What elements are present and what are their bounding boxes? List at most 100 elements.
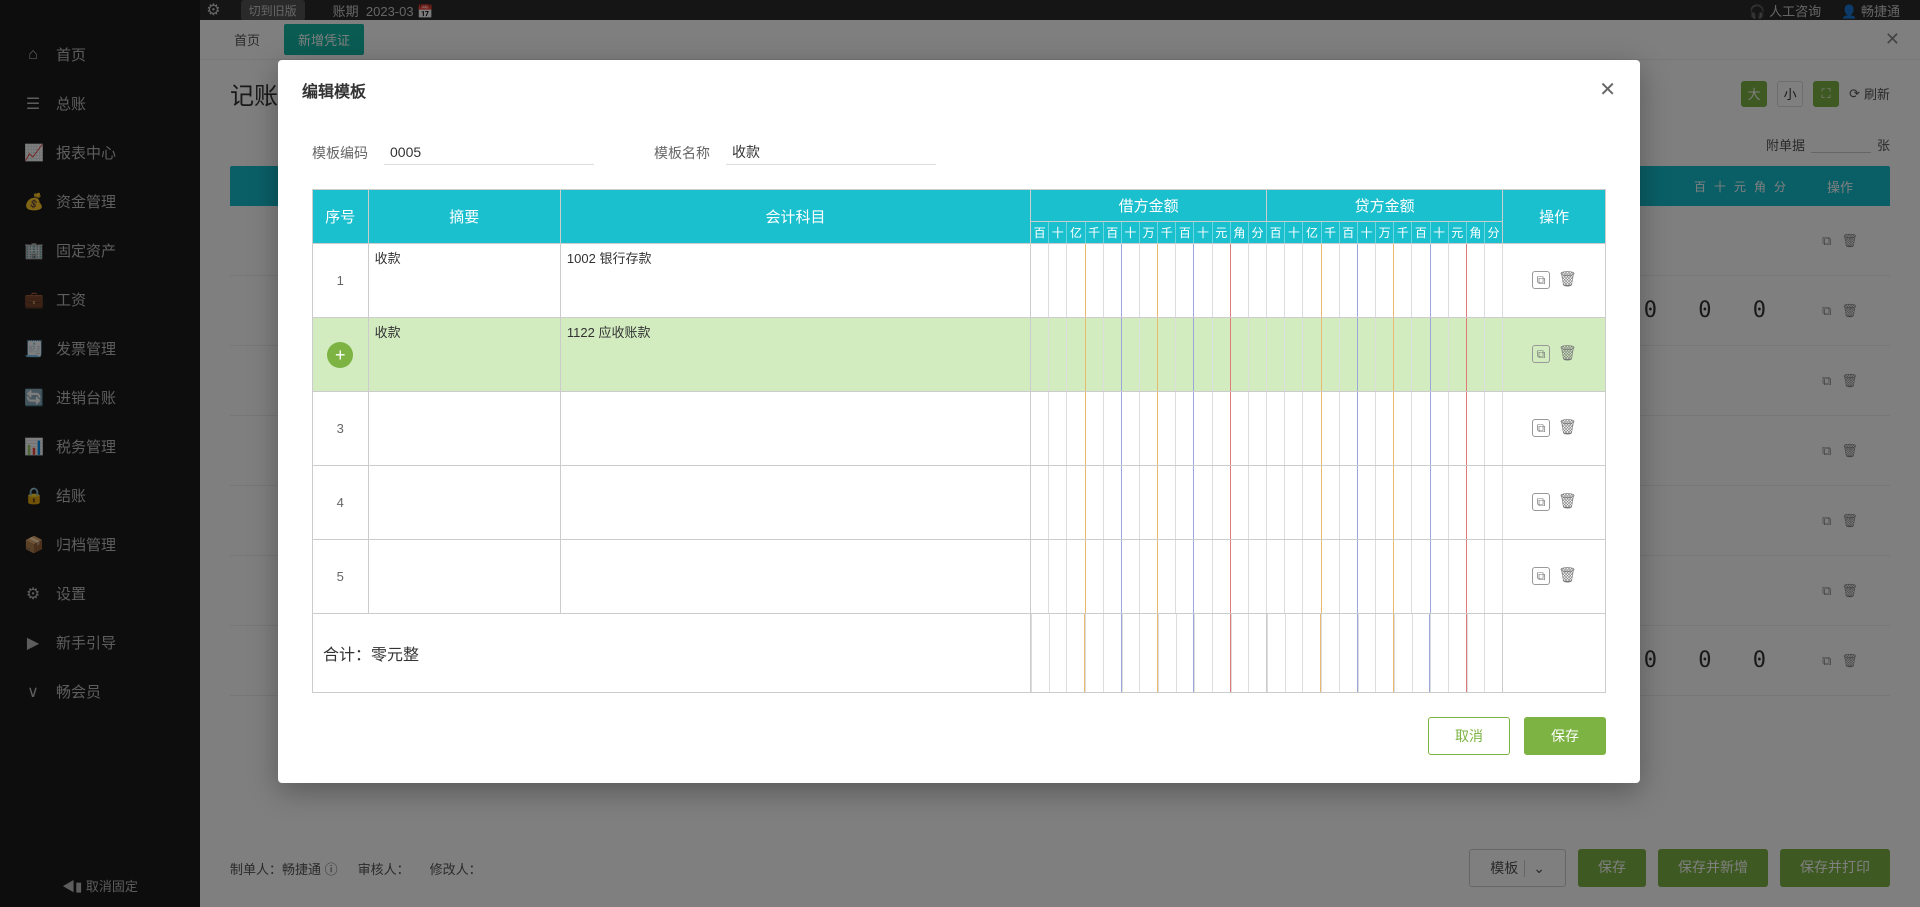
debit-cell[interactable]: [1085, 244, 1103, 318]
debit-cell[interactable]: [1031, 244, 1049, 318]
credit-cell[interactable]: [1484, 392, 1502, 466]
credit-cell[interactable]: [1285, 540, 1303, 614]
debit-cell[interactable]: [1121, 466, 1139, 540]
credit-cell[interactable]: [1430, 466, 1448, 540]
debit-cell[interactable]: [1031, 466, 1049, 540]
credit-cell[interactable]: [1303, 466, 1321, 540]
delete-icon[interactable]: 🗑: [1558, 346, 1576, 364]
credit-cell[interactable]: [1484, 244, 1502, 318]
debit-cell[interactable]: [1085, 466, 1103, 540]
credit-cell[interactable]: [1466, 540, 1484, 614]
debit-cell[interactable]: [1230, 244, 1248, 318]
cell-account[interactable]: 1002 银行存款: [560, 244, 1030, 318]
debit-cell[interactable]: [1121, 318, 1139, 392]
credit-cell[interactable]: [1394, 392, 1412, 466]
credit-cell[interactable]: [1303, 318, 1321, 392]
debit-cell[interactable]: [1176, 466, 1194, 540]
debit-cell[interactable]: [1121, 540, 1139, 614]
credit-cell[interactable]: [1285, 392, 1303, 466]
copy-icon[interactable]: ⧉: [1532, 567, 1550, 585]
credit-cell[interactable]: [1376, 392, 1394, 466]
credit-cell[interactable]: [1376, 244, 1394, 318]
delete-icon[interactable]: 🗑: [1558, 420, 1576, 438]
debit-cell[interactable]: [1230, 466, 1248, 540]
credit-cell[interactable]: [1412, 540, 1430, 614]
debit-cell[interactable]: [1176, 540, 1194, 614]
credit-cell[interactable]: [1339, 244, 1357, 318]
credit-cell[interactable]: [1285, 318, 1303, 392]
credit-cell[interactable]: [1484, 318, 1502, 392]
cell-summary[interactable]: 收款: [368, 244, 560, 318]
debit-cell[interactable]: [1248, 392, 1266, 466]
debit-cell[interactable]: [1140, 540, 1158, 614]
credit-cell[interactable]: [1484, 466, 1502, 540]
debit-cell[interactable]: [1230, 392, 1248, 466]
cell-summary[interactable]: [368, 540, 560, 614]
credit-cell[interactable]: [1321, 318, 1339, 392]
debit-cell[interactable]: [1121, 392, 1139, 466]
debit-cell[interactable]: [1248, 318, 1266, 392]
credit-cell[interactable]: [1466, 318, 1484, 392]
credit-cell[interactable]: [1321, 392, 1339, 466]
credit-cell[interactable]: [1448, 540, 1466, 614]
credit-cell[interactable]: [1412, 244, 1430, 318]
debit-cell[interactable]: [1103, 466, 1121, 540]
credit-cell[interactable]: [1357, 466, 1375, 540]
debit-cell[interactable]: [1140, 392, 1158, 466]
debit-cell[interactable]: [1194, 318, 1212, 392]
credit-cell[interactable]: [1339, 466, 1357, 540]
debit-cell[interactable]: [1194, 392, 1212, 466]
cell-account[interactable]: [560, 466, 1030, 540]
add-row-icon[interactable]: +: [327, 342, 353, 368]
debit-cell[interactable]: [1049, 540, 1067, 614]
debit-cell[interactable]: [1049, 466, 1067, 540]
debit-cell[interactable]: [1194, 244, 1212, 318]
credit-cell[interactable]: [1285, 244, 1303, 318]
debit-cell[interactable]: [1103, 540, 1121, 614]
credit-cell[interactable]: [1394, 466, 1412, 540]
credit-cell[interactable]: [1357, 318, 1375, 392]
credit-cell[interactable]: [1412, 466, 1430, 540]
credit-cell[interactable]: [1412, 318, 1430, 392]
credit-cell[interactable]: [1339, 392, 1357, 466]
debit-cell[interactable]: [1248, 540, 1266, 614]
credit-cell[interactable]: [1285, 466, 1303, 540]
credit-cell[interactable]: [1321, 466, 1339, 540]
credit-cell[interactable]: [1303, 540, 1321, 614]
debit-cell[interactable]: [1031, 392, 1049, 466]
copy-icon[interactable]: ⧉: [1532, 493, 1550, 511]
table-row[interactable]: 5⧉🗑: [313, 540, 1606, 614]
credit-cell[interactable]: [1267, 466, 1285, 540]
debit-cell[interactable]: [1158, 466, 1176, 540]
credit-cell[interactable]: [1357, 244, 1375, 318]
debit-cell[interactable]: [1031, 318, 1049, 392]
debit-cell[interactable]: [1230, 540, 1248, 614]
debit-cell[interactable]: [1248, 244, 1266, 318]
cell-summary[interactable]: [368, 392, 560, 466]
debit-cell[interactable]: [1085, 392, 1103, 466]
cell-account[interactable]: [560, 540, 1030, 614]
debit-cell[interactable]: [1230, 318, 1248, 392]
copy-icon[interactable]: ⧉: [1532, 271, 1550, 289]
delete-icon[interactable]: 🗑: [1558, 494, 1576, 512]
debit-cell[interactable]: [1049, 318, 1067, 392]
cell-summary[interactable]: [368, 466, 560, 540]
cell-account[interactable]: [560, 392, 1030, 466]
debit-cell[interactable]: [1085, 318, 1103, 392]
credit-cell[interactable]: [1466, 244, 1484, 318]
save-button[interactable]: 保存: [1524, 717, 1606, 755]
credit-cell[interactable]: [1466, 466, 1484, 540]
credit-cell[interactable]: [1394, 318, 1412, 392]
credit-cell[interactable]: [1376, 318, 1394, 392]
credit-cell[interactable]: [1267, 392, 1285, 466]
credit-cell[interactable]: [1267, 244, 1285, 318]
debit-cell[interactable]: [1176, 392, 1194, 466]
cell-account[interactable]: 1122 应收账款: [560, 318, 1030, 392]
credit-cell[interactable]: [1448, 318, 1466, 392]
template-name-input[interactable]: [726, 140, 936, 165]
credit-cell[interactable]: [1357, 540, 1375, 614]
credit-cell[interactable]: [1430, 318, 1448, 392]
table-row[interactable]: 3⧉🗑: [313, 392, 1606, 466]
credit-cell[interactable]: [1357, 392, 1375, 466]
debit-cell[interactable]: [1212, 466, 1230, 540]
